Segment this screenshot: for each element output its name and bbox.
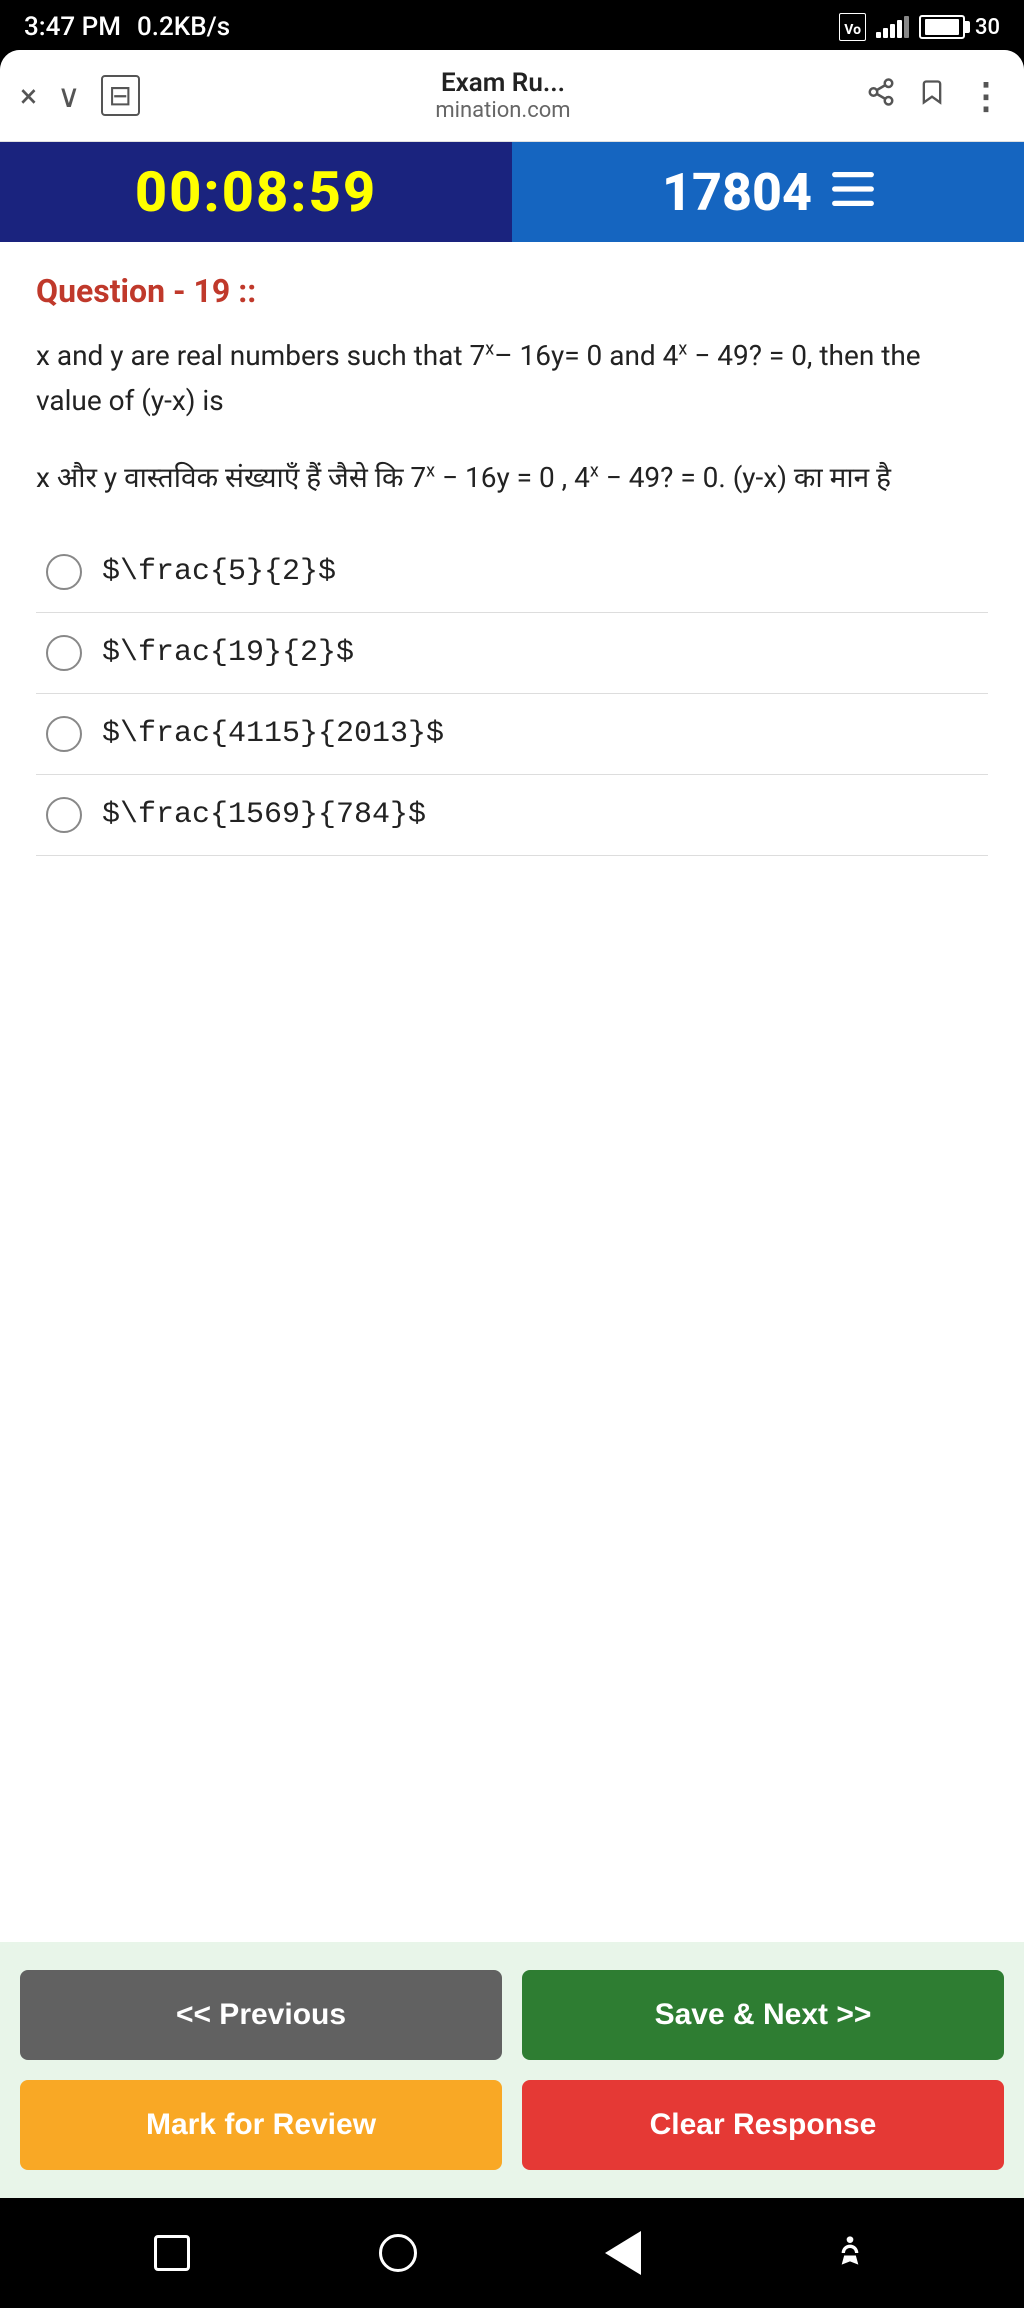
close-browser-button[interactable]: × (20, 77, 37, 115)
stop-button[interactable] (154, 2235, 190, 2271)
network-speed: 0.2KB/s (137, 12, 230, 42)
radio-d[interactable] (46, 797, 82, 833)
4g-icon: Vo (839, 13, 866, 41)
option-a[interactable]: $\frac{5}{2}$ (36, 532, 988, 613)
site-title: Exam Ru... (441, 68, 565, 98)
nav-row-2: Mark for Review Clear Response (20, 2080, 1004, 2170)
save-next-button[interactable]: Save & Next >> (522, 1970, 1004, 2060)
option-d-text: $\frac{1569}{784}$ (102, 798, 426, 832)
status-bar-left: 3:47 PM 0.2KB/s (24, 12, 230, 42)
radio-a[interactable] (46, 554, 82, 590)
question-label: Question - 19 :: (36, 272, 988, 310)
expand-browser-button[interactable]: ∨ (57, 77, 80, 115)
radio-b[interactable] (46, 635, 82, 671)
option-c[interactable]: $\frac{4115}{2013}$ (36, 694, 988, 775)
battery-percent: 30 (975, 15, 1000, 40)
hamburger-menu-icon[interactable] (832, 168, 874, 217)
question-container: Question - 19 :: x and y are real number… (0, 242, 1024, 1942)
option-c-text: $\frac{4115}{2013}$ (102, 717, 444, 751)
timer-block: 00:08:59 (0, 142, 512, 242)
browser-toolbar: × ∨ ⊟ Exam Ru... mination.com ⋮ (0, 50, 1024, 142)
share-icon[interactable] (866, 77, 896, 115)
exam-id-block: 17804 (512, 142, 1024, 242)
clear-response-button[interactable]: Clear Response (522, 2080, 1004, 2170)
option-b-text: $\frac{19}{2}$ (102, 636, 354, 670)
nav-row-1: << Previous Save & Next >> (20, 1970, 1004, 2060)
timer-display: 00:08:59 (135, 159, 377, 225)
url-bar[interactable]: Exam Ru... mination.com (160, 68, 846, 123)
mark-review-button[interactable]: Mark for Review (20, 2080, 502, 2170)
back-button[interactable] (605, 2231, 641, 2275)
option-a-text: $\frac{5}{2}$ (102, 555, 336, 589)
android-nav-bar (0, 2198, 1024, 2308)
browser-actions: ⋮ (866, 75, 1004, 117)
option-d[interactable]: $\frac{1569}{784}$ (36, 775, 988, 856)
battery-icon (919, 13, 965, 41)
exam-header: 00:08:59 17804 (0, 142, 1024, 242)
accessibility-button[interactable] (830, 2233, 870, 2273)
signal-icon (876, 16, 909, 38)
time-display: 3:47 PM (24, 12, 121, 42)
site-domain: mination.com (435, 98, 570, 123)
more-menu-icon[interactable]: ⋮ (968, 75, 1004, 117)
question-text-hindi: x और y वास्तविक संख्याएँ हैं जैसे कि 7x … (36, 456, 988, 501)
bookmark-icon[interactable] (918, 77, 946, 115)
tabs-button[interactable]: ⊟ (101, 75, 140, 116)
status-bar-right: Vo 30 (839, 13, 1000, 41)
previous-button[interactable]: << Previous (20, 1970, 502, 2060)
bottom-navigation: << Previous Save & Next >> Mark for Revi… (0, 1942, 1024, 2198)
radio-c[interactable] (46, 716, 82, 752)
exam-id-display: 17804 (662, 162, 812, 223)
status-bar: 3:47 PM 0.2KB/s Vo 30 (0, 0, 1024, 50)
home-button[interactable] (379, 2234, 417, 2272)
question-text-english: x and y are real numbers such that 7x– 1… (36, 334, 988, 424)
option-b[interactable]: $\frac{19}{2}$ (36, 613, 988, 694)
options-list: $\frac{5}{2}$ $\frac{19}{2}$ $\frac{4115… (36, 532, 988, 856)
browser-chrome: × ∨ ⊟ Exam Ru... mination.com ⋮ 00:0 (0, 50, 1024, 2198)
